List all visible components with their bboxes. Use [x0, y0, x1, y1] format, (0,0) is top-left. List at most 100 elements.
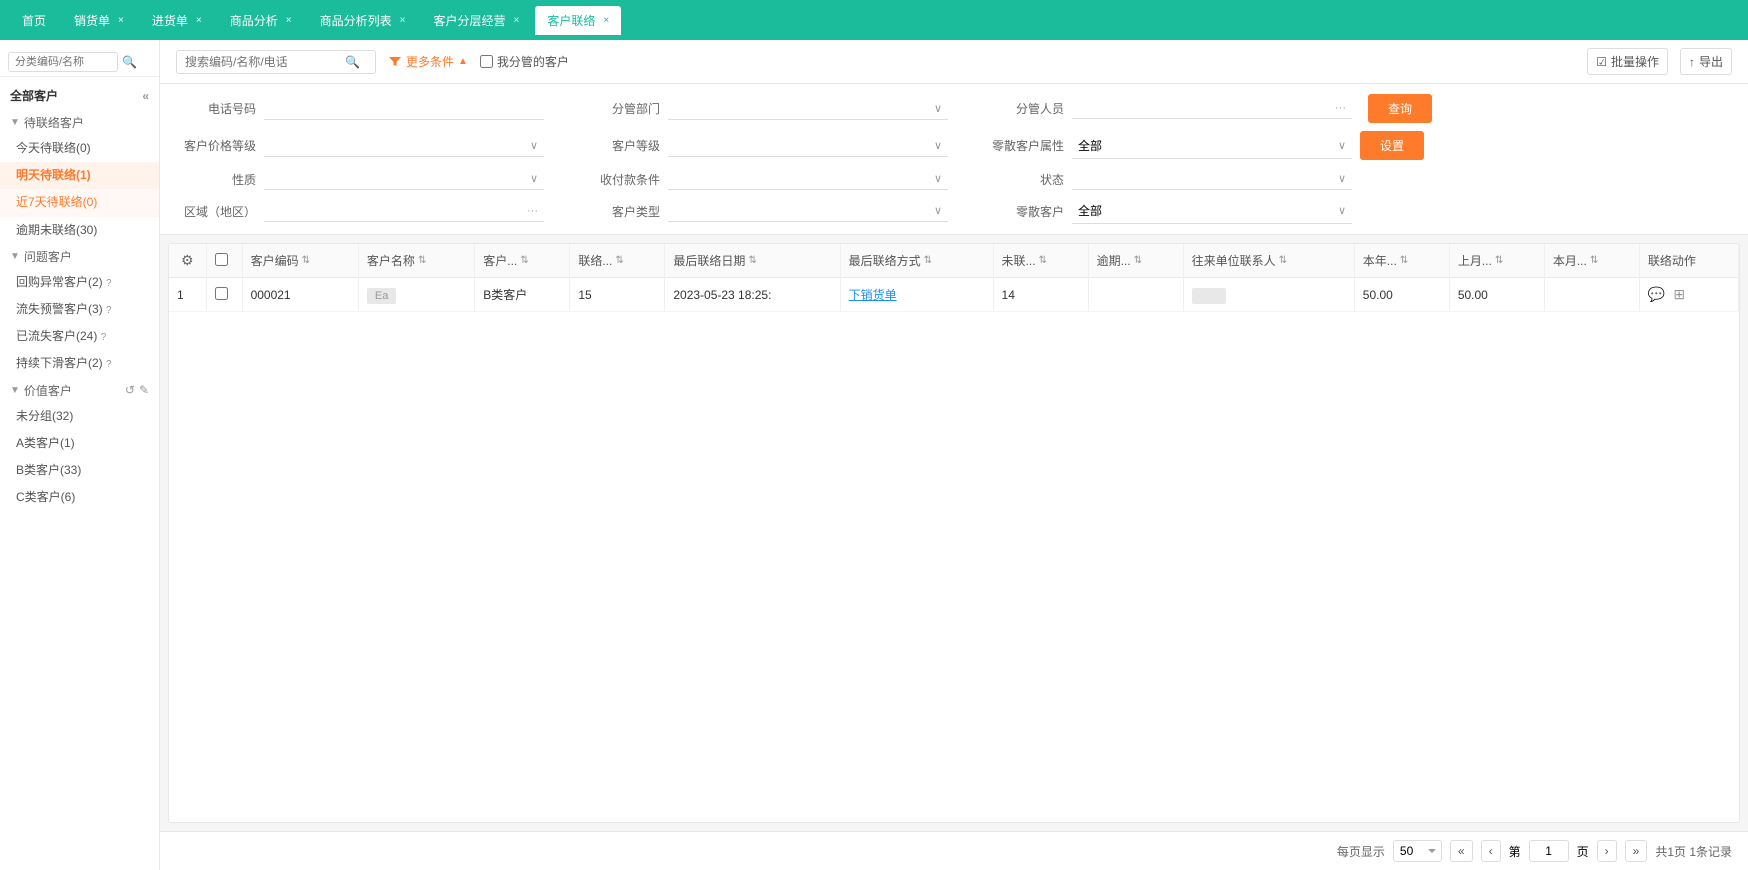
- sort-this-month-icon[interactable]: ⇅: [1590, 255, 1598, 266]
- close-analysis-list-icon[interactable]: ×: [400, 15, 406, 26]
- select-status[interactable]: ∨: [1072, 168, 1352, 190]
- settings-icon[interactable]: ⚙: [177, 248, 198, 272]
- group-value[interactable]: ▼ 价值客户 ↺ ✎: [0, 378, 159, 403]
- select-sparse-attr[interactable]: 全部∨: [1072, 133, 1352, 159]
- close-purchase-icon[interactable]: ×: [196, 15, 202, 26]
- sidebar-search-icon[interactable]: 🔍: [122, 55, 137, 69]
- sidebar-item-b-class[interactable]: B类客户(33): [0, 457, 159, 484]
- cell-name[interactable]: Ea: [358, 278, 474, 312]
- sidebar-item-repurchase[interactable]: 回购异常客户(2) ?: [0, 269, 159, 296]
- page-size-select[interactable]: 50 10 20 100: [1393, 840, 1442, 862]
- reset-btn[interactable]: 设置: [1360, 131, 1424, 160]
- select-sparse-customer[interactable]: 全部∨: [1072, 198, 1352, 224]
- main-search-icon[interactable]: 🔍: [345, 55, 360, 69]
- sort-code-icon[interactable]: ⇅: [302, 255, 310, 266]
- select-all-checkbox[interactable]: [215, 253, 228, 266]
- col-overdue[interactable]: 逾期... ⇅: [1088, 244, 1183, 278]
- select-dept[interactable]: ∨: [668, 98, 948, 120]
- select-person[interactable]: ···: [1072, 98, 1352, 119]
- sidebar-item-week[interactable]: 近7天待联络(0): [0, 189, 159, 216]
- select-customer-type[interactable]: ∨: [668, 200, 948, 222]
- first-page-btn[interactable]: «: [1450, 840, 1473, 862]
- grid-action-icon[interactable]: ⊞: [1673, 286, 1685, 303]
- col-this-month[interactable]: 本月... ⇅: [1544, 244, 1639, 278]
- collapse-all-icon[interactable]: «: [142, 89, 149, 103]
- sort-type-icon[interactable]: ⇅: [520, 255, 528, 266]
- sort-name-icon[interactable]: ⇅: [418, 255, 426, 266]
- cell-last-method[interactable]: 下销货单: [840, 278, 993, 312]
- chevron-sparse-customer-icon: ∨: [1338, 204, 1346, 217]
- col-checkbox[interactable]: [206, 244, 242, 278]
- sort-overdue-icon[interactable]: ⇅: [1134, 255, 1142, 266]
- close-customer-seg-icon[interactable]: ×: [513, 15, 519, 26]
- group-pending[interactable]: ▼ 待联络客户: [0, 110, 159, 135]
- sort-last-month-icon[interactable]: ⇅: [1495, 255, 1503, 266]
- select-payment[interactable]: ∨: [668, 168, 948, 190]
- sidebar-item-a-class[interactable]: A类客户(1): [0, 430, 159, 457]
- nav-item-home[interactable]: 首页: [10, 6, 58, 35]
- cell-checkbox[interactable]: [206, 278, 242, 312]
- cell-code: 000021: [242, 278, 358, 312]
- sidebar-item-c-class[interactable]: C类客户(6): [0, 484, 159, 511]
- col-code[interactable]: 客户编码 ⇅: [242, 244, 358, 278]
- sidebar-item-lost[interactable]: 流失预警客户(3) ?: [0, 296, 159, 323]
- col-last-date[interactable]: 最后联络日期 ⇅: [665, 244, 840, 278]
- col-last-month[interactable]: 上月... ⇅: [1449, 244, 1544, 278]
- my-customers-checkbox[interactable]: [480, 55, 493, 68]
- select-region[interactable]: ···: [264, 201, 544, 222]
- prev-page-btn[interactable]: ‹: [1481, 840, 1501, 862]
- last-method-link[interactable]: 下销货单: [849, 288, 897, 302]
- my-customers-checkbox-label[interactable]: 我分管的客户: [480, 53, 569, 70]
- next-page-btn[interactable]: ›: [1597, 840, 1617, 862]
- search-input-wrap[interactable]: 🔍: [176, 50, 376, 74]
- refresh-value-icon[interactable]: ↺: [125, 383, 135, 397]
- more-filters-btn[interactable]: 更多条件 ▲: [388, 53, 468, 70]
- group-problem[interactable]: ▼ 问题客户: [0, 244, 159, 269]
- nav-item-customer-seg[interactable]: 客户分层经营 ×: [421, 6, 531, 35]
- select-nature[interactable]: ∨: [264, 168, 544, 190]
- col-no-contact[interactable]: 未联... ⇅: [993, 244, 1088, 278]
- select-customer-grade[interactable]: ∨: [668, 135, 948, 157]
- col-customer-type[interactable]: 客户... ⇅: [475, 244, 570, 278]
- sort-contacts-icon[interactable]: ⇅: [615, 255, 623, 266]
- col-unit-contact[interactable]: 往来单位联系人 ⇅: [1183, 244, 1354, 278]
- sort-no-contact-icon[interactable]: ⇅: [1039, 255, 1047, 266]
- export-btn[interactable]: ↑ 导出: [1680, 48, 1732, 75]
- row-checkbox[interactable]: [215, 287, 228, 300]
- sort-last-date-icon[interactable]: ⇅: [748, 255, 756, 266]
- sidebar-item-today[interactable]: 今天待联络(0): [0, 135, 159, 162]
- nav-item-analysis-list[interactable]: 商品分析列表 ×: [308, 6, 418, 35]
- query-btn[interactable]: 查询: [1368, 94, 1432, 123]
- batch-ops-btn[interactable]: ☑ 批量操作: [1587, 48, 1668, 75]
- close-analysis-icon[interactable]: ×: [286, 15, 292, 26]
- last-page-btn[interactable]: »: [1625, 840, 1648, 862]
- all-customers-header[interactable]: 全部客户 «: [0, 81, 159, 110]
- sidebar-item-tomorrow[interactable]: 明天待联络(1): [0, 162, 159, 189]
- page-input[interactable]: [1529, 840, 1569, 862]
- nav-item-analysis[interactable]: 商品分析 ×: [218, 6, 304, 35]
- message-action-icon[interactable]: 💬: [1648, 286, 1665, 303]
- nav-item-sales[interactable]: 销货单 ×: [62, 6, 136, 35]
- sidebar-item-declining[interactable]: 持续下滑客户(2) ?: [0, 350, 159, 377]
- input-phone[interactable]: [264, 97, 544, 120]
- col-last-method[interactable]: 最后联络方式 ⇅: [840, 244, 993, 278]
- col-settings[interactable]: ⚙: [169, 244, 206, 278]
- nav-item-customer-contact[interactable]: 客户联络 ×: [535, 6, 621, 35]
- sidebar-item-churned[interactable]: 已流失客户(24) ?: [0, 323, 159, 350]
- col-contacts[interactable]: 联络... ⇅: [570, 244, 665, 278]
- sort-last-method-icon[interactable]: ⇅: [924, 255, 932, 266]
- col-name[interactable]: 客户名称 ⇅: [358, 244, 474, 278]
- select-price-grade[interactable]: ∨: [264, 135, 544, 157]
- sidebar-item-overdue[interactable]: 逾期未联络(30): [0, 217, 159, 244]
- nav-item-purchase[interactable]: 进货单 ×: [140, 6, 214, 35]
- close-sales-icon[interactable]: ×: [118, 15, 124, 26]
- edit-value-icon[interactable]: ✎: [139, 383, 149, 397]
- sidebar-search-input[interactable]: [8, 52, 118, 72]
- main-search-input[interactable]: [185, 55, 345, 69]
- help-icon-churned: ?: [101, 332, 107, 343]
- close-customer-contact-icon[interactable]: ×: [603, 15, 609, 26]
- sort-this-year-icon[interactable]: ⇅: [1400, 255, 1408, 266]
- col-this-year[interactable]: 本年... ⇅: [1354, 244, 1449, 278]
- sidebar-item-unsorted[interactable]: 未分组(32): [0, 403, 159, 430]
- sort-unit-contact-icon[interactable]: ⇅: [1279, 255, 1287, 266]
